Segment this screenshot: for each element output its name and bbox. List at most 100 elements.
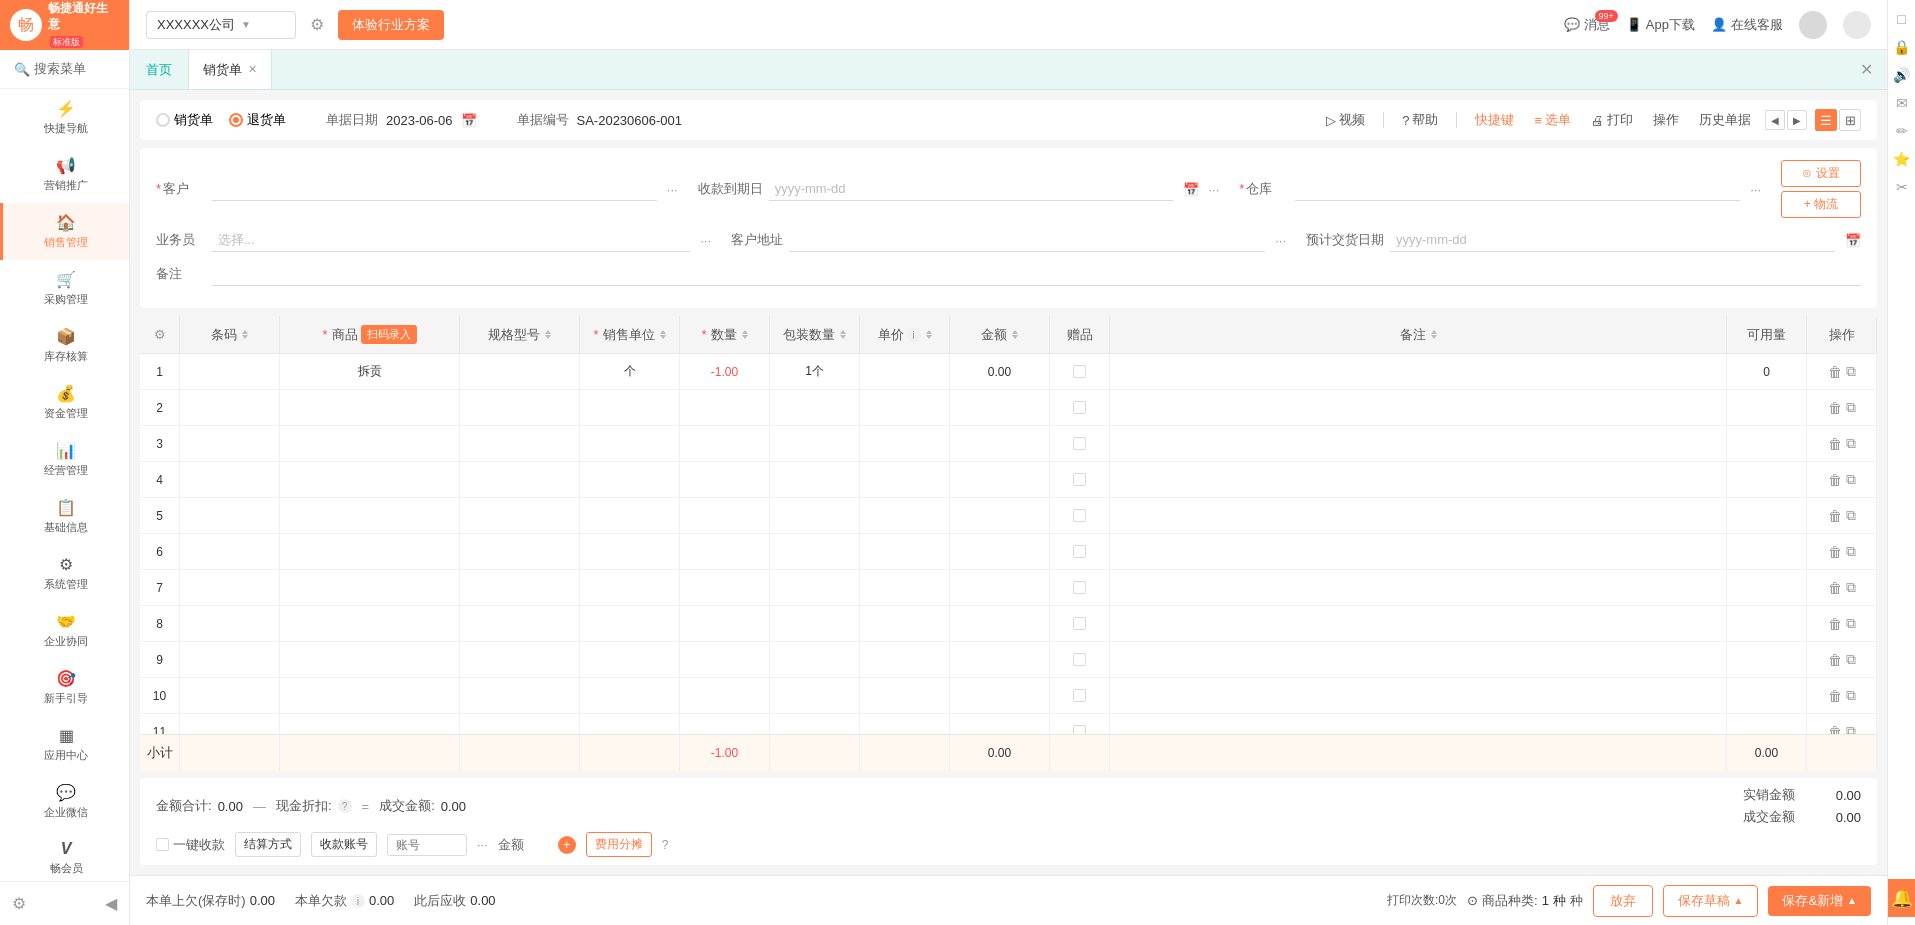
- tab-sales-order[interactable]: 销货单 ✕: [189, 50, 272, 89]
- td-amount[interactable]: [950, 678, 1050, 713]
- warehouse-input[interactable]: 建材仓: [1295, 177, 1740, 201]
- td-remark[interactable]: [1110, 570, 1727, 605]
- customer-addr-input[interactable]: [789, 228, 1265, 252]
- help-btn[interactable]: ? 帮助: [1396, 108, 1444, 132]
- td-amount[interactable]: [950, 534, 1050, 569]
- td-remark[interactable]: [1110, 606, 1727, 641]
- sidebar-item-quick-nav[interactable]: ⚡ 快捷导航: [0, 89, 129, 146]
- td-price[interactable]: [860, 570, 950, 605]
- print-btn[interactable]: 🖨 打印: [1585, 108, 1639, 132]
- gift-checkbox[interactable]: [1073, 617, 1086, 630]
- td-unit[interactable]: [580, 390, 680, 425]
- sidebar-item-finance[interactable]: 💰 资金管理: [0, 374, 129, 431]
- delete-row-btn[interactable]: 🗑: [1828, 436, 1842, 452]
- overdue-info-icon[interactable]: i: [351, 894, 365, 908]
- td-amount[interactable]: [950, 642, 1050, 677]
- sidebar-item-enterprise[interactable]: 🤝 企业协同: [0, 602, 129, 659]
- td-qty[interactable]: [680, 714, 770, 734]
- search-menu-btn[interactable]: 🔍 搜索菜单: [8, 56, 121, 82]
- sidebar-item-wechat[interactable]: 💬 企业微信: [0, 773, 129, 830]
- sidebar-item-sales[interactable]: 🏠 销售管理: [0, 203, 129, 260]
- salesperson-input[interactable]: [212, 228, 690, 252]
- td-remark[interactable]: [1110, 354, 1727, 389]
- gift-checkbox[interactable]: [1073, 473, 1086, 486]
- nav-next-btn[interactable]: ▶: [1787, 110, 1807, 130]
- gift-checkbox[interactable]: [1073, 689, 1086, 702]
- calc-method-select[interactable]: 结算方式: [235, 832, 301, 857]
- td-unit[interactable]: [580, 678, 680, 713]
- filter-btn[interactable]: ≡ 选单: [1528, 108, 1577, 132]
- td-qty[interactable]: [680, 534, 770, 569]
- td-amount[interactable]: [950, 570, 1050, 605]
- td-spec[interactable]: [460, 678, 580, 713]
- sort-barcode[interactable]: [242, 330, 248, 339]
- tab-home[interactable]: 首页: [130, 50, 189, 89]
- td-remark[interactable]: [1110, 462, 1727, 497]
- td-gift[interactable]: [1050, 678, 1110, 713]
- delete-row-btn[interactable]: 🗑: [1828, 400, 1842, 416]
- td-price[interactable]: [860, 606, 950, 641]
- sidebar-item-marketing[interactable]: 📢 营销推广: [0, 146, 129, 203]
- td-price[interactable]: [860, 426, 950, 461]
- td-barcode[interactable]: [180, 390, 280, 425]
- td-pkgqty[interactable]: 1个: [770, 354, 860, 389]
- customer-dots-btn[interactable]: ···: [667, 182, 678, 197]
- copy-row-btn[interactable]: ⧉: [1846, 543, 1856, 560]
- td-qty[interactable]: [680, 678, 770, 713]
- tab-bar-close-btn[interactable]: ✕: [1846, 60, 1887, 79]
- td-spec[interactable]: [460, 498, 580, 533]
- td-amount[interactable]: [950, 498, 1050, 533]
- td-gift[interactable]: [1050, 462, 1110, 497]
- account-select[interactable]: 收款账号: [311, 832, 377, 857]
- copy-row-btn[interactable]: ⧉: [1846, 687, 1856, 704]
- price-info-icon[interactable]: i: [907, 328, 921, 342]
- td-qty[interactable]: [680, 426, 770, 461]
- td-product[interactable]: [280, 462, 460, 497]
- right-panel-btn-1[interactable]: □: [1891, 8, 1913, 30]
- nav-prev-btn[interactable]: ◀: [1765, 110, 1785, 130]
- right-panel-btn-7[interactable]: ✂: [1891, 176, 1913, 198]
- td-pkgqty[interactable]: [770, 606, 860, 641]
- sidebar-search-area[interactable]: 🔍 搜索菜单: [0, 50, 129, 89]
- sidebar-item-inventory[interactable]: 📦 库存核算: [0, 317, 129, 374]
- history-btn[interactable]: 历史单据: [1693, 108, 1757, 132]
- td-barcode[interactable]: [180, 642, 280, 677]
- sort-qty[interactable]: [742, 330, 748, 339]
- td-product[interactable]: 拆贡: [280, 354, 460, 389]
- sort-price[interactable]: [926, 330, 932, 339]
- td-product[interactable]: [280, 498, 460, 533]
- right-panel-btn-6[interactable]: ⭐: [1891, 148, 1913, 170]
- delete-row-btn[interactable]: 🗑: [1828, 724, 1842, 735]
- video-btn[interactable]: ▷ 视频: [1320, 108, 1371, 132]
- td-gift[interactable]: [1050, 354, 1110, 389]
- td-amount[interactable]: [950, 390, 1050, 425]
- td-pkgqty[interactable]: [770, 390, 860, 425]
- td-pkgqty[interactable]: [770, 426, 860, 461]
- td-qty[interactable]: [680, 606, 770, 641]
- td-qty[interactable]: [680, 390, 770, 425]
- gift-checkbox[interactable]: [1073, 509, 1086, 522]
- td-gift[interactable]: [1050, 642, 1110, 677]
- gift-checkbox[interactable]: [1073, 545, 1086, 558]
- td-unit[interactable]: [580, 462, 680, 497]
- radio-return-order[interactable]: 退货单: [229, 111, 286, 129]
- account-dots-btn[interactable]: ···: [477, 837, 488, 852]
- company-selector[interactable]: XXXXXX公司 ▼: [146, 11, 296, 39]
- td-amount[interactable]: [950, 462, 1050, 497]
- gift-checkbox[interactable]: [1073, 437, 1086, 450]
- sort-pkgqty[interactable]: [840, 330, 846, 339]
- td-product[interactable]: [280, 606, 460, 641]
- add-payment-btn[interactable]: +: [558, 836, 576, 854]
- td-unit[interactable]: [580, 498, 680, 533]
- copy-row-btn[interactable]: ⧉: [1846, 579, 1856, 596]
- sidebar-item-purchase[interactable]: 🛒 采购管理: [0, 260, 129, 317]
- td-product[interactable]: [280, 534, 460, 569]
- right-panel-btn-5[interactable]: ✏: [1891, 120, 1913, 142]
- td-pkgqty[interactable]: [770, 642, 860, 677]
- sidebar-item-operations[interactable]: 📊 经营管理: [0, 431, 129, 488]
- td-qty[interactable]: [680, 642, 770, 677]
- sort-amount[interactable]: [1012, 330, 1018, 339]
- td-gift[interactable]: [1050, 714, 1110, 734]
- td-spec[interactable]: [460, 354, 580, 389]
- td-gift[interactable]: [1050, 570, 1110, 605]
